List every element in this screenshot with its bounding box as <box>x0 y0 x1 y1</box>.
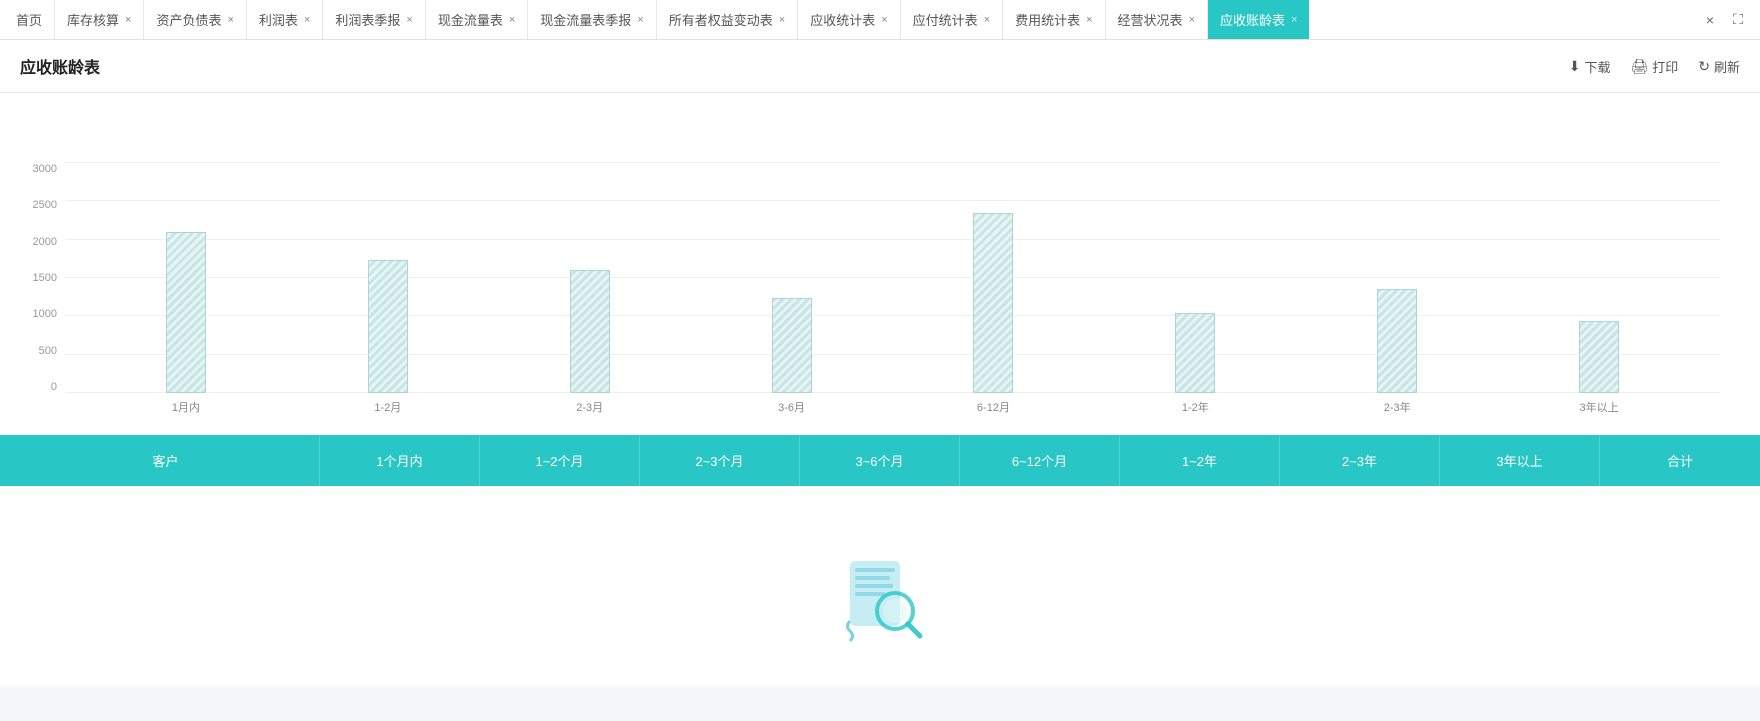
close-icon[interactable]: × <box>637 14 643 26</box>
tab-operations[interactable]: 经营状况表 × <box>1106 0 1208 40</box>
bar <box>570 270 610 394</box>
download-icon: ⬇ <box>1569 58 1581 75</box>
bar-group <box>973 213 1013 394</box>
print-button[interactable]: 🖨 打印 <box>1630 57 1678 76</box>
page-title: 应收账龄表 <box>20 54 100 78</box>
tab-equity[interactable]: 所有者权益变动表 × <box>657 0 798 40</box>
tab-profit[interactable]: 利润表 × <box>247 0 323 40</box>
bar-group <box>1377 289 1417 394</box>
refresh-icon: ↻ <box>1698 58 1710 75</box>
x-axis-label: 1-2月 <box>358 399 418 415</box>
tab-cashflow[interactable]: 现金流量表 × <box>426 0 528 40</box>
tab-home[interactable]: 首页 <box>4 0 55 40</box>
x-axis-label: 3-6月 <box>762 399 822 415</box>
close-icon[interactable]: × <box>406 14 412 26</box>
close-icon[interactable]: × <box>227 14 233 26</box>
table-header-cell: 1个月内 <box>320 435 480 486</box>
close-icon[interactable]: × <box>779 14 785 26</box>
download-button[interactable]: ⬇ 下载 <box>1569 57 1611 76</box>
bar <box>772 298 812 393</box>
bar <box>1377 289 1417 394</box>
table-header-cell: 合计 <box>1600 435 1760 486</box>
tab-cashflow-quarterly[interactable]: 现金流量表季报 × <box>528 0 656 40</box>
close-window-button[interactable]: × <box>1700 10 1720 30</box>
bar <box>368 260 408 393</box>
bar-group <box>166 232 206 394</box>
table-header-cell: 3年以上 <box>1440 435 1600 486</box>
main-content: 0 500 1000 1500 2000 2500 3000 <box>0 93 1760 721</box>
bar-group <box>1579 321 1619 393</box>
close-icon[interactable]: × <box>125 14 131 26</box>
header-actions: ⬇ 下载 🖨 打印 ↻ 刷新 <box>1569 57 1740 76</box>
close-icon[interactable]: × <box>509 14 515 26</box>
page-header: 应收账龄表 ⬇ 下载 🖨 打印 ↻ 刷新 <box>0 40 1760 93</box>
tab-ar-stats[interactable]: 应收统计表 × <box>798 0 900 40</box>
empty-state <box>0 486 1760 686</box>
bar-group <box>368 260 408 393</box>
chart-plot <box>65 163 1720 393</box>
table-header-cell: 2~3个月 <box>640 435 800 486</box>
bar-group <box>1175 313 1215 393</box>
bar <box>973 213 1013 394</box>
close-icon[interactable]: × <box>304 14 310 26</box>
x-axis-label: 3年以上 <box>1569 399 1629 415</box>
tab-profit-quarterly[interactable]: 利润表季报 × <box>323 0 425 40</box>
x-axis-label: 1-2年 <box>1165 399 1225 415</box>
x-axis-label: 6-12月 <box>963 399 1023 415</box>
close-icon[interactable]: × <box>1086 14 1092 26</box>
refresh-button[interactable]: ↻ 刷新 <box>1698 57 1740 76</box>
x-axis-label: 2-3年 <box>1367 399 1427 415</box>
table-header-cell: 3~6个月 <box>800 435 960 486</box>
close-icon[interactable]: × <box>984 14 990 26</box>
close-icon[interactable]: × <box>881 14 887 26</box>
chart-section: 0 500 1000 1500 2000 2500 3000 <box>0 93 1760 435</box>
print-icon: 🖨 <box>1630 58 1648 75</box>
empty-document-icon <box>830 546 930 646</box>
table-header-cell: 1~2个月 <box>480 435 640 486</box>
bar <box>166 232 206 394</box>
tab-bar: 首页 库存核算 × 资产负债表 × 利润表 × 利润表季报 × 现金流量表 × … <box>0 0 1760 40</box>
table-header: 客户1个月内1~2个月2~3个月3~6个月6~12个月1~2年2~3年3年以上合… <box>0 435 1760 486</box>
x-axis: 1月内 1-2月 2-3月 3-6月 6-12月 1-2年 2-3年 3年以上 <box>65 393 1720 415</box>
close-icon[interactable]: × <box>1189 14 1195 26</box>
table-header-cell: 6~12个月 <box>960 435 1120 486</box>
chart-container: 0 500 1000 1500 2000 2500 3000 <box>20 113 1720 393</box>
bar <box>1579 321 1619 393</box>
table-header-cell: 1~2年 <box>1120 435 1280 486</box>
bar <box>1175 313 1215 393</box>
x-axis-label: 2-3月 <box>560 399 620 415</box>
bars-area <box>65 163 1720 393</box>
close-icon[interactable]: × <box>1291 14 1297 26</box>
tab-balance[interactable]: 资产负债表 × <box>144 0 246 40</box>
bar-group <box>772 298 812 393</box>
table-header-cell: 2~3年 <box>1280 435 1440 486</box>
tab-expense-stats[interactable]: 费用统计表 × <box>1003 0 1105 40</box>
maximize-window-button[interactable]: ⛶ <box>1728 10 1748 30</box>
bar-group <box>570 270 610 394</box>
window-controls: × ⛶ <box>1700 10 1756 30</box>
tab-ap-stats[interactable]: 应付统计表 × <box>901 0 1003 40</box>
table-header-cell: 客户 <box>0 435 320 486</box>
y-axis: 0 500 1000 1500 2000 2500 3000 <box>20 163 65 393</box>
x-axis-label: 1月内 <box>156 399 216 415</box>
tab-inventory[interactable]: 库存核算 × <box>55 0 144 40</box>
tab-ar-aging[interactable]: 应收账龄表 × <box>1208 0 1310 40</box>
